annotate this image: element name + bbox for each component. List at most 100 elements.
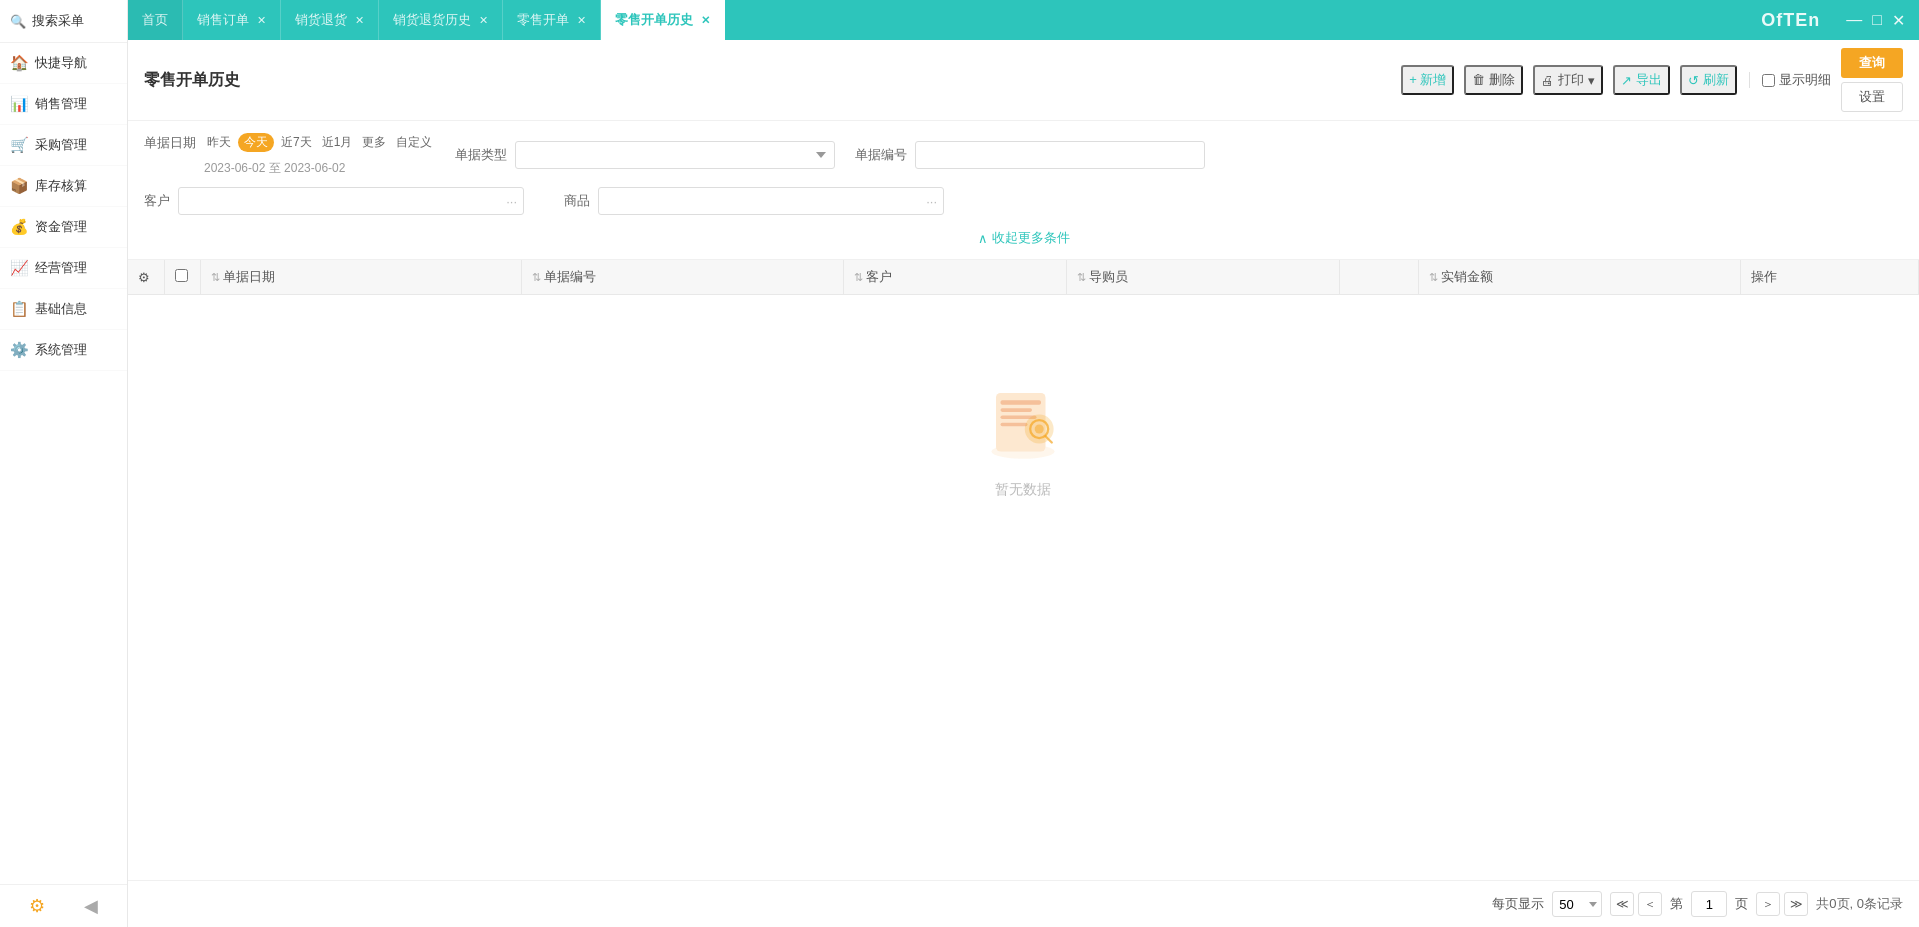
customer-filter-group: 客户 ··· xyxy=(144,187,524,215)
th-doc_no[interactable]: 单据编号 xyxy=(522,260,844,295)
doc-no-label: 单据编号 xyxy=(855,146,907,164)
first-page-button[interactable]: ≪ xyxy=(1610,892,1634,916)
tab-close-sales-return[interactable]: ✕ xyxy=(355,14,364,27)
th-date[interactable]: 单据日期 xyxy=(200,260,522,295)
sidebar-icon-sales-mgmt: 📊 xyxy=(10,95,29,113)
show-detail-input[interactable] xyxy=(1762,74,1775,87)
tab-sales-return[interactable]: 销货退货 ✕ xyxy=(281,0,379,40)
page-label: 页 xyxy=(1735,895,1748,913)
doc-no-input[interactable] xyxy=(915,141,1205,169)
sidebar-item-operations[interactable]: 📈经营管理 xyxy=(0,248,127,289)
prev-page-button[interactable]: ＜ xyxy=(1638,892,1662,916)
top-nav: 首页销售订单✕销货退货✕销货退货历史✕零售开单✕零售开单历史✕ OfTEn — … xyxy=(128,0,1919,40)
sidebar-icon-finance: 💰 xyxy=(10,218,29,236)
tabs-container: 首页销售订单✕销货退货✕销货退货历史✕零售开单✕零售开单历史✕ xyxy=(128,0,725,40)
date-quick-btn-今天[interactable]: 今天 xyxy=(238,133,274,152)
sidebar-label-finance: 资金管理 xyxy=(35,218,87,236)
show-detail-checkbox[interactable]: 显示明细 xyxy=(1762,71,1831,89)
sidebar-item-sys-mgmt[interactable]: ⚙️ 系统管理 xyxy=(0,330,127,371)
th-spacer xyxy=(1339,260,1418,295)
sidebar-item-inventory[interactable]: 📦库存核算 xyxy=(0,166,127,207)
th-label-amount: 实销金额 xyxy=(1441,269,1493,284)
toolbar-actions: + 新增 🗑 删除 🖨 🖨 打印 打印 ▾ ↗ 导出 ↺ 刷新 xyxy=(1401,48,1903,112)
tab-close-retail-history[interactable]: ✕ xyxy=(701,14,710,27)
next-page-button[interactable]: ＞ xyxy=(1756,892,1780,916)
query-button[interactable]: 查询 xyxy=(1841,48,1903,78)
tab-retail-history[interactable]: 零售开单历史✕ xyxy=(601,0,725,40)
per-page-select[interactable]: 50100200 xyxy=(1552,891,1602,917)
date-quick-btn-昨天[interactable]: 昨天 xyxy=(204,133,234,152)
sidebar-item-purchase-mgmt[interactable]: 🛒采购管理 xyxy=(0,125,127,166)
th-label-guide: 导购员 xyxy=(1089,269,1128,284)
main-area: 首页销售订单✕销货退货✕销货退货历史✕零售开单✕零售开单历史✕ OfTEn — … xyxy=(128,0,1919,927)
sidebar-item-finance[interactable]: 💰 资金管理 xyxy=(0,207,127,248)
svg-rect-5 xyxy=(1001,423,1028,427)
page-number-input[interactable] xyxy=(1691,891,1727,917)
sidebar-icon-inventory: 📦 xyxy=(10,177,29,195)
sidebar-item-basic-info[interactable]: 📋基础信息 xyxy=(0,289,127,330)
filter-row-1: 单据日期 昨天今天近7天近1月更多自定义 2023-06-02 至 2023-0… xyxy=(144,133,1903,177)
empty-area: 暂无数据 xyxy=(128,295,1919,539)
refresh-label: 刷新 xyxy=(1703,71,1729,89)
date-quick-btn-自定义[interactable]: 自定义 xyxy=(393,133,435,152)
product-input[interactable] xyxy=(605,194,926,209)
sidebar-label-purchase-mgmt: 采购管理 xyxy=(35,136,87,154)
select-all-checkbox[interactable] xyxy=(175,269,188,282)
close-icon[interactable]: ✕ xyxy=(1892,11,1905,30)
date-quick-btn-更多[interactable]: 更多 xyxy=(359,133,389,152)
tab-home[interactable]: 首页 xyxy=(128,0,183,40)
export-label: 导出 xyxy=(1636,71,1662,89)
delete-button[interactable]: 🗑 删除 xyxy=(1464,65,1523,95)
th-checkbox xyxy=(164,260,200,295)
refresh-icon: ↺ xyxy=(1688,73,1699,88)
tab-close-sales-order[interactable]: ✕ xyxy=(257,14,266,27)
collapse-icon: ∧ xyxy=(978,231,988,246)
sidebar-label-sys-mgmt: 系统管理 xyxy=(35,341,87,359)
th-amount[interactable]: 实销金额 xyxy=(1419,260,1741,295)
empty-text: 暂无数据 xyxy=(995,481,1051,499)
tab-close-retail-open[interactable]: ✕ xyxy=(577,14,586,27)
settings-icon[interactable]: ⚙ xyxy=(29,895,45,917)
date-quick-btn-近7天[interactable]: 近7天 xyxy=(278,133,315,152)
th-guide[interactable]: 导购员 xyxy=(1067,260,1340,295)
tab-close-sales-return-history[interactable]: ✕ xyxy=(479,14,488,27)
print-button[interactable]: 🖨 🖨 打印 打印 ▾ xyxy=(1533,65,1603,95)
content-area: 零售开单历史 + 新增 🗑 删除 🖨 🖨 打印 打印 ▾ ↗ 导出 ↺ 刷新 xyxy=(128,40,1919,927)
customer-input[interactable] xyxy=(185,194,506,209)
sidebar-item-sales-mgmt[interactable]: 📊销售管理 xyxy=(0,84,127,125)
tab-retail-open[interactable]: 零售开单✕ xyxy=(503,0,601,40)
divider xyxy=(1749,72,1750,88)
collapse-button[interactable]: ∧ 收起更多条件 xyxy=(144,225,1903,251)
add-button[interactable]: + 新增 xyxy=(1401,65,1454,95)
tab-sales-order[interactable]: 销售订单✕ xyxy=(183,0,281,40)
customer-label: 客户 xyxy=(144,192,170,210)
sidebar-icon-sys-mgmt: ⚙️ xyxy=(10,341,29,359)
date-quick-btn-近1月[interactable]: 近1月 xyxy=(319,133,356,152)
minimize-icon[interactable]: — xyxy=(1846,11,1862,29)
tab-sales-return-history[interactable]: 销货退货历史✕ xyxy=(379,0,503,40)
maximize-icon[interactable]: □ xyxy=(1872,11,1882,29)
data-table: ⚙ 单据日期 单据编号 客户 导购员 实销金额 操作 xyxy=(128,260,1919,539)
th-action: 操作 xyxy=(1741,260,1919,295)
last-page-button[interactable]: ≫ xyxy=(1784,892,1808,916)
sidebar-item-quick-nav[interactable]: 🏠快捷导航 xyxy=(0,43,127,84)
date-quick-btns: 昨天今天近7天近1月更多自定义 xyxy=(204,133,435,152)
settings-gear-icon[interactable]: ⚙ xyxy=(138,270,150,285)
th-label-action: 操作 xyxy=(1751,269,1777,284)
export-button[interactable]: ↗ 导出 xyxy=(1613,65,1670,95)
refresh-button[interactable]: ↺ 刷新 xyxy=(1680,65,1737,95)
table-header-row: ⚙ 单据日期 单据编号 客户 导购员 实销金额 操作 xyxy=(128,260,1919,295)
tab-label-sales-return: 销货退货 xyxy=(295,11,347,29)
th-label-date: 单据日期 xyxy=(223,269,275,284)
table-body: 暂无数据 xyxy=(128,295,1919,540)
sidebar-search[interactable]: 🔍 搜索采单 xyxy=(0,0,127,43)
th-label-customer: 客户 xyxy=(866,269,892,284)
collapse-icon[interactable]: ◀ xyxy=(84,895,98,917)
empty-illustration xyxy=(978,375,1068,465)
print-icon: 🖨 xyxy=(1541,73,1554,88)
th-settings: ⚙ xyxy=(128,260,164,295)
setting-button[interactable]: 设置 xyxy=(1841,82,1903,112)
doc-type-select[interactable] xyxy=(515,141,835,169)
th-customer[interactable]: 客户 xyxy=(843,260,1066,295)
sidebar-label-quick-nav: 快捷导航 xyxy=(35,54,87,72)
